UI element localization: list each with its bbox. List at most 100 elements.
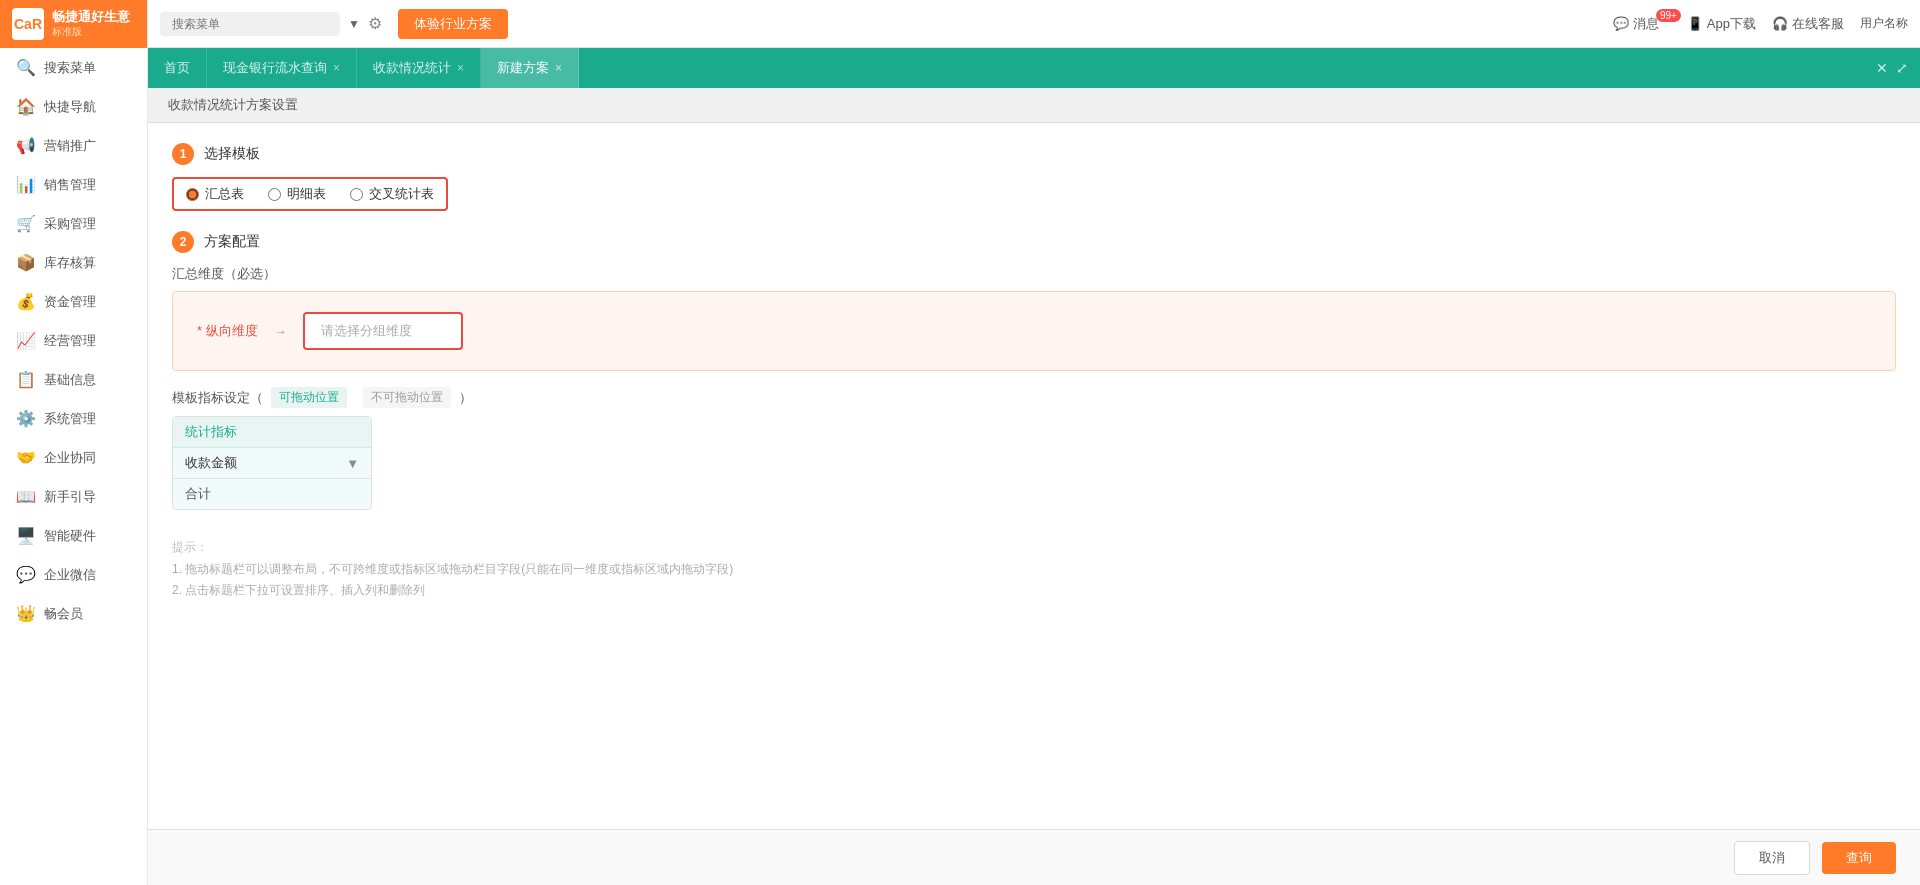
step2-number: 2 bbox=[172, 231, 194, 253]
gear-icon[interactable]: ⚙ bbox=[368, 14, 382, 33]
tab-cashflow[interactable]: 现金银行流水查询 × bbox=[207, 48, 357, 88]
step1-title: 选择模板 bbox=[204, 145, 260, 163]
main-area: ▼ ⚙ 体验行业方案 💬 消息 99+ 📱 App下载 🎧 在线客服 用户名称 … bbox=[148, 0, 1920, 885]
enterprise-icon: 🤝 bbox=[16, 448, 36, 467]
metric-row-amount: 收款金额 ▼ bbox=[173, 448, 371, 478]
sidebar-item-sales[interactable]: 📊 销售管理 bbox=[0, 165, 147, 204]
radio-detail[interactable] bbox=[268, 188, 281, 201]
logo-area: CaR 畅捷通好生意 标准版 bbox=[0, 0, 147, 48]
inventory-icon: 📦 bbox=[16, 253, 36, 272]
non-draggable-badge: 不可拖动位置 bbox=[363, 387, 451, 408]
sidebar-item-management[interactable]: 📈 经营管理 bbox=[0, 321, 147, 360]
download-icon: 📱 bbox=[1687, 16, 1703, 31]
dimension-row: 纵向维度 → 请选择分组维度 bbox=[197, 312, 1871, 350]
radio-cross[interactable] bbox=[350, 188, 363, 201]
tab-collection[interactable]: 收款情况统计 × bbox=[357, 48, 481, 88]
dropdown-icon[interactable]: ▼ bbox=[348, 17, 360, 31]
purchase-icon: 🛒 bbox=[16, 214, 36, 233]
sidebar-item-system[interactable]: ⚙️ 系统管理 bbox=[0, 399, 147, 438]
sidebar-item-purchase[interactable]: 🛒 采购管理 bbox=[0, 204, 147, 243]
sidebar-label-system: 系统管理 bbox=[44, 410, 96, 428]
sales-icon: 📊 bbox=[16, 175, 36, 194]
tips-title: 提示： bbox=[172, 540, 208, 554]
tab-new-scheme[interactable]: 新建方案 × bbox=[481, 48, 579, 88]
msg-item[interactable]: 💬 消息 99+ bbox=[1613, 15, 1671, 33]
metric-setting-label: 模板指标设定（ bbox=[172, 389, 263, 407]
footer-bar: 取消 查询 bbox=[148, 829, 1920, 885]
tab-home[interactable]: 首页 bbox=[148, 48, 207, 88]
vip-icon: 👑 bbox=[16, 604, 36, 623]
dimension-selector[interactable]: 请选择分组维度 bbox=[303, 312, 463, 350]
metric-amount-label: 收款金额 bbox=[185, 454, 237, 472]
template-cross-label: 交叉统计表 bbox=[369, 185, 434, 203]
sidebar-label-marketing: 营销推广 bbox=[44, 137, 96, 155]
sidebar-label-inventory: 库存核算 bbox=[44, 254, 96, 272]
tab-new-scheme-close[interactable]: × bbox=[555, 61, 562, 75]
sidebar-item-inventory[interactable]: 📦 库存核算 bbox=[0, 243, 147, 282]
row-dimension-label: 纵向维度 bbox=[197, 322, 258, 340]
breadcrumb: 收款情况统计方案设置 bbox=[168, 97, 298, 112]
metric-suffix: ） bbox=[459, 389, 472, 407]
sidebar-item-search[interactable]: 🔍 搜索菜单 bbox=[0, 48, 147, 87]
topbar: ▼ ⚙ 体验行业方案 💬 消息 99+ 📱 App下载 🎧 在线客服 用户名称 bbox=[148, 0, 1920, 48]
metric-setting-header: 模板指标设定（ 可拖动位置 不可拖动位置 ） bbox=[172, 387, 1896, 408]
tabbar: 首页 现金银行流水查询 × 收款情况统计 × 新建方案 × ✕ ⤢ bbox=[148, 48, 1920, 88]
radio-summary[interactable] bbox=[186, 188, 199, 201]
industry-btn[interactable]: 体验行业方案 bbox=[398, 9, 508, 39]
sidebar-label-sales: 销售管理 bbox=[44, 176, 96, 194]
sidebar-label-vip: 畅会员 bbox=[44, 605, 83, 623]
tips-section: 提示： 1. 拖动标题栏可以调整布局，不可跨维度或指标区域拖动栏目字段(只能在同… bbox=[172, 537, 1896, 602]
msg-label: 消息 bbox=[1633, 15, 1659, 33]
sidebar-item-marketing[interactable]: 📢 营销推广 bbox=[0, 126, 147, 165]
sidebar-item-guide[interactable]: 📖 新手引导 bbox=[0, 477, 147, 516]
tab-cashflow-label: 现金银行流水查询 bbox=[223, 59, 327, 77]
search-input[interactable] bbox=[160, 12, 340, 36]
sidebar-item-vip[interactable]: 👑 畅会员 bbox=[0, 594, 147, 633]
tab-collection-close[interactable]: × bbox=[457, 61, 464, 75]
tabbar-right: ✕ ⤢ bbox=[1876, 60, 1920, 76]
tab-cashflow-close[interactable]: × bbox=[333, 61, 340, 75]
sidebar-item-wechat[interactable]: 💬 企业微信 bbox=[0, 555, 147, 594]
sidebar-label-management: 经营管理 bbox=[44, 332, 96, 350]
template-selector: 汇总表 明细表 交叉统计表 bbox=[172, 177, 448, 211]
sidebar-item-enterprise[interactable]: 🤝 企业协同 bbox=[0, 438, 147, 477]
step1-section: 1 选择模板 汇总表 明细表 交叉统计表 bbox=[172, 143, 1896, 211]
logo-icon: CaR bbox=[12, 8, 44, 40]
config-section: 汇总维度（必选） 纵向维度 → 请选择分组维度 模板指标设定（ 可拖动位置 bbox=[172, 265, 1896, 602]
tab-close-all-icon[interactable]: ✕ bbox=[1876, 60, 1888, 76]
sidebar-item-basic[interactable]: 📋 基础信息 bbox=[0, 360, 147, 399]
step1-number: 1 bbox=[172, 143, 194, 165]
sidebar-label-search: 搜索菜单 bbox=[44, 59, 96, 77]
template-detail[interactable]: 明细表 bbox=[268, 185, 326, 203]
sidebar-item-finance[interactable]: 💰 资金管理 bbox=[0, 282, 147, 321]
metric-subtotal: 合计 bbox=[173, 478, 371, 509]
step1-header: 1 选择模板 bbox=[172, 143, 1896, 165]
basic-icon: 📋 bbox=[16, 370, 36, 389]
template-detail-label: 明细表 bbox=[287, 185, 326, 203]
logo-text: 畅捷通好生意 bbox=[52, 9, 130, 25]
template-summary-label: 汇总表 bbox=[205, 185, 244, 203]
sidebar-item-hardware[interactable]: 🖥️ 智能硬件 bbox=[0, 516, 147, 555]
logo-badge: 标准版 bbox=[52, 25, 130, 39]
page-header: 收款情况统计方案设置 bbox=[148, 88, 1920, 123]
system-icon: ⚙️ bbox=[16, 409, 36, 428]
sidebar-item-nav[interactable]: 🏠 快捷导航 bbox=[0, 87, 147, 126]
sidebar-label-purchase: 采购管理 bbox=[44, 215, 96, 233]
tip-line-2: 2. 点击标题栏下拉可设置排序、插入列和删除列 bbox=[172, 580, 1896, 602]
tab-expand-icon[interactable]: ⤢ bbox=[1896, 60, 1908, 76]
template-summary[interactable]: 汇总表 bbox=[186, 185, 244, 203]
dimension-arrow: → bbox=[274, 324, 287, 339]
sidebar: CaR 畅捷通好生意 标准版 🔍 搜索菜单 🏠 快捷导航 📢 营销推广 📊 销售… bbox=[0, 0, 148, 885]
template-cross[interactable]: 交叉统计表 bbox=[350, 185, 434, 203]
query-button[interactable]: 查询 bbox=[1822, 842, 1896, 874]
metric-dropdown-icon[interactable]: ▼ bbox=[346, 456, 359, 471]
step2-section: 2 方案配置 汇总维度（必选） 纵向维度 → 请选择分组维度 bbox=[172, 231, 1896, 602]
sidebar-label-hardware: 智能硬件 bbox=[44, 527, 96, 545]
form-body: 1 选择模板 汇总表 明细表 交叉统计表 bbox=[148, 123, 1920, 829]
metric-setting: 模板指标设定（ 可拖动位置 不可拖动位置 ） 统计指标 收款金额 ▼ bbox=[172, 387, 1896, 513]
cancel-button[interactable]: 取消 bbox=[1734, 841, 1810, 875]
download-item[interactable]: 📱 App下载 bbox=[1687, 15, 1756, 33]
service-item[interactable]: 🎧 在线客服 bbox=[1772, 15, 1844, 33]
sidebar-nav: 🔍 搜索菜单 🏠 快捷导航 📢 营销推广 📊 销售管理 🛒 采购管理 📦 库存核… bbox=[0, 48, 147, 885]
finance-icon: 💰 bbox=[16, 292, 36, 311]
